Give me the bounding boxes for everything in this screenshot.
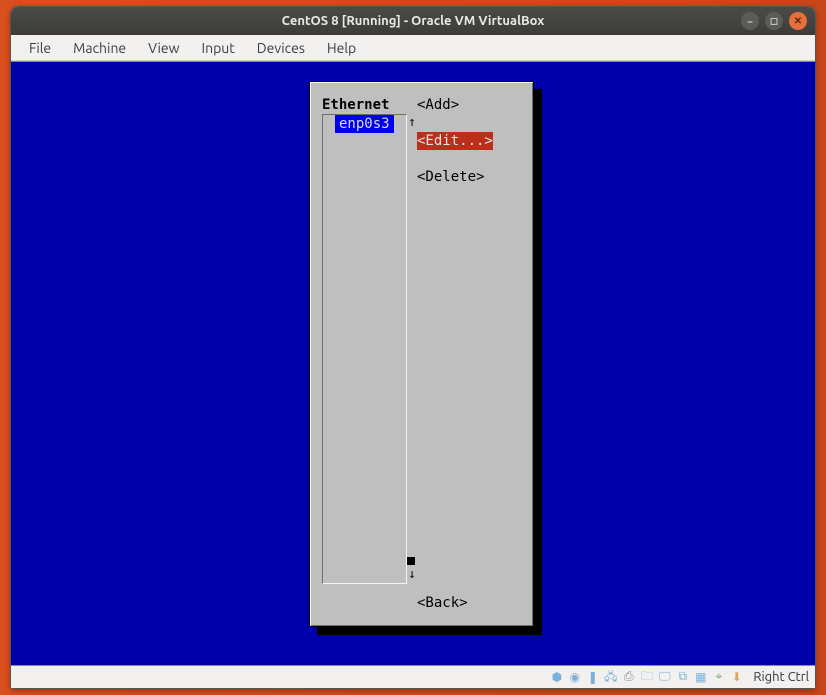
usb-icon[interactable]: ⎙ [621,670,636,685]
add-button[interactable]: <Add> [417,96,493,114]
vm-display[interactable]: Ethernet ↑ enp0s3 ↓ <Add> <Edit...> <Del… [11,61,815,666]
connection-list-column: Ethernet ↑ enp0s3 ↓ [322,96,407,612]
window-titlebar: CentOS 8 [Running] - Oracle VM VirtualBo… [11,7,815,35]
window-title: CentOS 8 [Running] - Oracle VM VirtualBo… [282,14,545,28]
network-icon[interactable]: 🖧 [603,670,618,685]
back-button[interactable]: <Back> [417,594,493,612]
shared-folders-icon[interactable]: 🗀 [639,670,654,685]
virtualbox-window: CentOS 8 [Running] - Oracle VM VirtualBo… [10,6,816,689]
action-buttons-column: <Add> <Edit...> <Delete> <Back> [417,96,493,612]
display-icon[interactable]: 🖵 [657,670,672,685]
close-button[interactable]: ✕ [789,12,807,30]
connection-type-header: Ethernet [322,96,407,114]
scroll-up-arrow[interactable]: ↑ [408,114,416,132]
delete-button[interactable]: <Delete> [417,168,493,186]
recording-icon[interactable]: ⧉ [675,670,690,685]
maximize-button[interactable]: ◻ [765,12,783,30]
minimize-button[interactable]: – [741,12,759,30]
menu-machine[interactable]: Machine [63,37,136,59]
menu-file[interactable]: File [19,37,61,59]
hard-disk-icon[interactable]: ⬢ [549,670,564,685]
connection-list[interactable]: ↑ enp0s3 ↓ [322,114,407,584]
optical-disk-icon[interactable]: ◉ [567,670,582,685]
mouse-integration-icon[interactable]: ⌖ [711,670,726,685]
menu-view[interactable]: View [138,37,189,59]
statusbar: ⬢ ◉ ❚ 🖧 ⎙ 🗀 🖵 ⧉ ▦ ⌖ ⬇ Right Ctrl [11,666,815,688]
edit-button[interactable]: <Edit...> [417,132,493,150]
menubar: File Machine View Input Devices Help [11,35,815,61]
window-controls: – ◻ ✕ [741,12,807,30]
audio-icon[interactable]: ❚ [585,670,600,685]
menu-devices[interactable]: Devices [247,37,315,59]
nmtui-dialog: Ethernet ↑ enp0s3 ↓ <Add> <Edit...> <Del… [309,81,534,627]
scrollbar-thumb[interactable] [407,557,415,565]
keyboard-icon[interactable]: ⬇ [729,670,744,685]
scroll-down-arrow[interactable]: ↓ [408,566,416,584]
status-icons: ⬢ ◉ ❚ 🖧 ⎙ 🗀 🖵 ⧉ ▦ ⌖ ⬇ [549,670,744,685]
cpu-icon[interactable]: ▦ [693,670,708,685]
host-key-label: Right Ctrl [753,670,809,684]
menu-input[interactable]: Input [192,37,245,59]
menu-help[interactable]: Help [317,37,366,59]
connection-item-enp0s3[interactable]: enp0s3 [335,115,394,133]
ethernet-label: Ethernet [322,96,389,114]
